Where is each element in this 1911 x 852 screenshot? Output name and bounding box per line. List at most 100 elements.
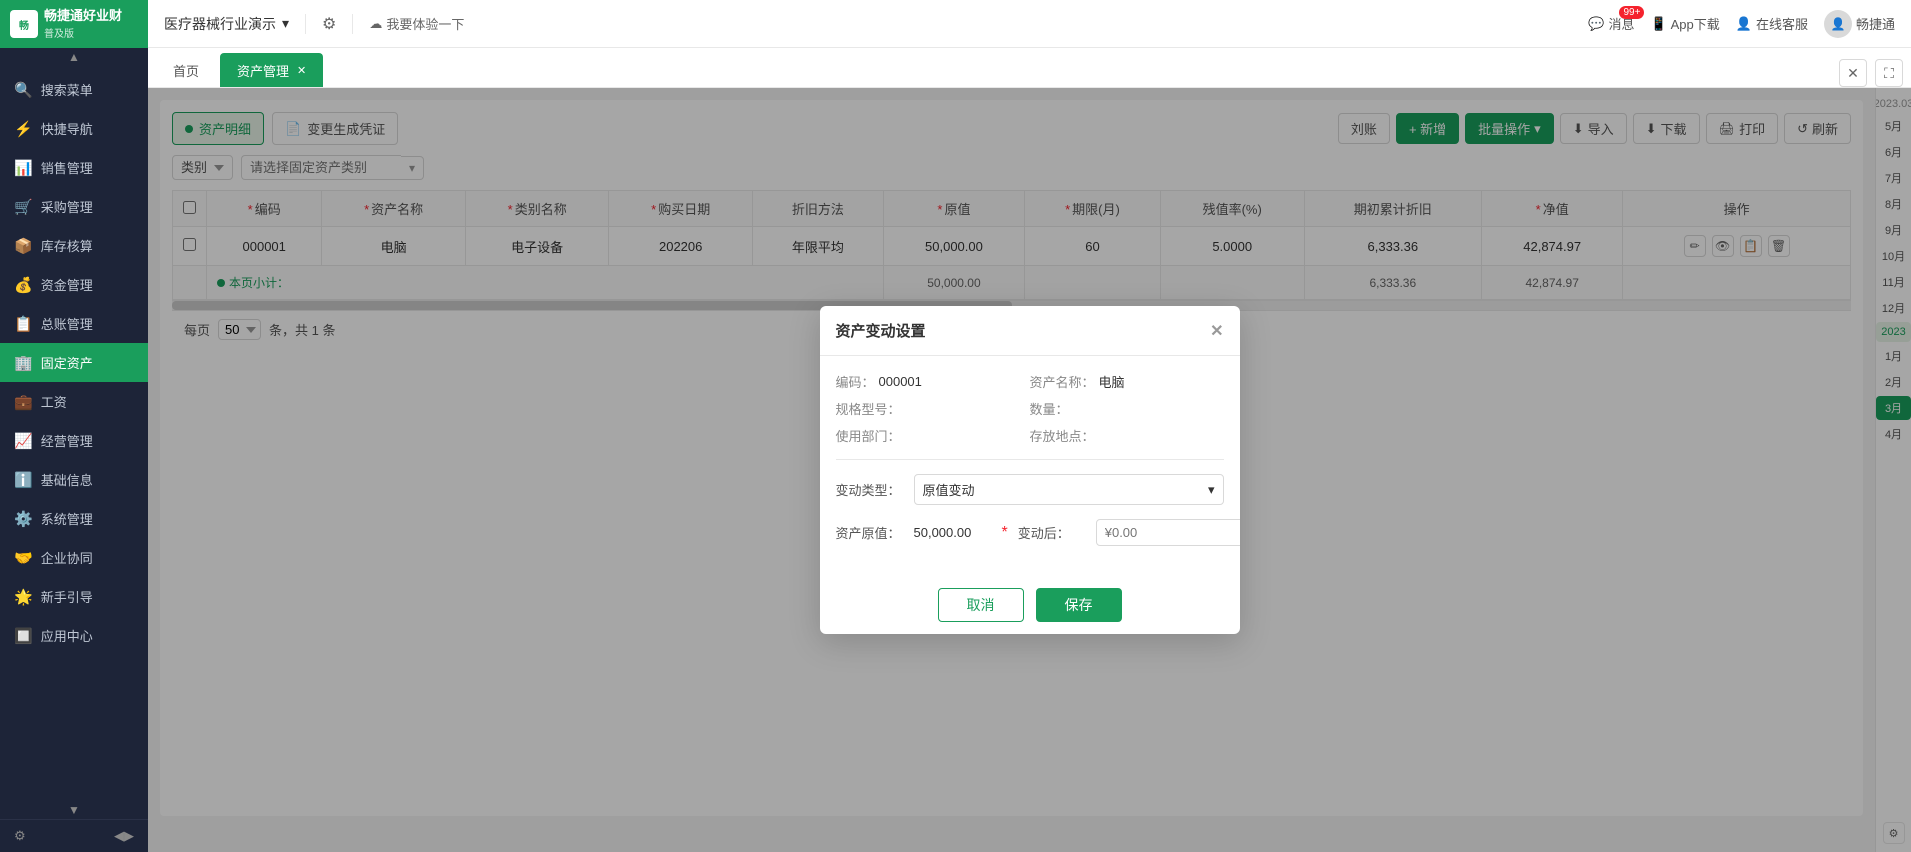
asset-change-modal: 资产变动设置 ✕ 编码： 000001 资产名称： 电脑 — [820, 306, 1240, 634]
settings-icon[interactable]: ⚙ — [14, 828, 26, 844]
tab-home[interactable]: 首页 — [156, 53, 216, 87]
sidebar-item-label: 应用中心 — [41, 626, 93, 645]
sidebar-item-ledger[interactable]: 📋 总账管理 — [0, 304, 148, 343]
app-download-button[interactable]: 📱 App下载 — [1650, 14, 1719, 33]
topbar: 医疗器械行业演示 ▾ ⚙ ☁ 我要体验一下 💬 消息 99+ 📱 App下载 👤… — [148, 0, 1911, 48]
sidebar-item-basic[interactable]: ℹ️ 基础信息 — [0, 460, 148, 499]
modal-close-button[interactable]: ✕ — [1210, 321, 1223, 341]
user-profile[interactable]: 👤 畅捷通 — [1824, 10, 1895, 38]
sidebar-header: 畅 畅捷通好业财 普及版 — [0, 0, 148, 48]
modal-location-label: 存放地点： — [1030, 426, 1095, 445]
sidebar-item-system[interactable]: ⚙️ 系统管理 — [0, 499, 148, 538]
modal-spec-item: 规格型号： — [836, 399, 1030, 418]
tab-asset[interactable]: 资产管理 ✕ — [220, 53, 323, 87]
modal-name-item: 资产名称： 电脑 — [1030, 372, 1224, 391]
chevron-down-icon: ▾ — [1208, 482, 1215, 498]
inventory-icon: 📦 — [14, 237, 33, 255]
tab-home-label: 首页 — [173, 61, 199, 80]
sidebar-item-search[interactable]: 🔍 搜索菜单 — [0, 70, 148, 109]
original-value-label: 资产原值： — [836, 523, 906, 542]
modal-code-item: 编码： 000001 — [836, 372, 1030, 391]
modal-quantity-item: 数量： — [1030, 399, 1224, 418]
modal-title: 资产变动设置 — [836, 320, 926, 341]
sidebar-item-inventory[interactable]: 📦 库存核算 — [0, 226, 148, 265]
sidebar-scroll-up[interactable]: ▲ — [0, 48, 148, 66]
sidebar-item-label: 资金管理 — [41, 275, 93, 294]
collapse-icon[interactable]: ◀▶ — [114, 828, 134, 844]
tabbar-actions: ✕ ⛶ — [1839, 59, 1903, 87]
save-button[interactable]: 保存 — [1036, 588, 1122, 622]
modal-info-grid: 编码： 000001 资产名称： 电脑 规格型号： 数量： — [836, 372, 1224, 460]
sidebar-item-label: 库存核算 — [41, 236, 93, 255]
system-icon: ⚙️ — [14, 510, 33, 528]
sidebar-item-nav[interactable]: ⚡ 快捷导航 — [0, 109, 148, 148]
sidebar-item-label: 企业协同 — [41, 548, 93, 567]
app-download-label: App下载 — [1671, 14, 1720, 33]
app-name-block: 畅捷通好业财 普及版 — [44, 8, 122, 40]
app-logo: 畅 — [10, 10, 38, 38]
value-row: 资产原值： 50,000.00 * 变动后： — [836, 519, 1224, 546]
modal-header: 资产变动设置 ✕ — [820, 306, 1240, 356]
sidebar-footer: ⚙ ◀▶ — [0, 819, 148, 852]
main-area: 医疗器械行业演示 ▾ ⚙ ☁ 我要体验一下 💬 消息 99+ 📱 App下载 👤… — [148, 0, 1911, 852]
tab-expand-button[interactable]: ⛶ — [1875, 59, 1903, 87]
tabbar: 首页 资产管理 ✕ ✕ ⛶ — [148, 48, 1911, 88]
sidebar-item-payroll[interactable]: 💼 工资 — [0, 382, 148, 421]
collab-icon: 🤝 — [14, 549, 33, 567]
sidebar-item-operations[interactable]: 📈 经营管理 — [0, 421, 148, 460]
sidebar-item-fixed-asset[interactable]: 🏢 固定资产 — [0, 343, 148, 382]
chevron-down-icon: ▾ — [282, 15, 289, 32]
sidebar-item-label: 销售管理 — [41, 158, 93, 177]
cloud-icon: ☁ — [369, 16, 382, 32]
message-icon: 💬 — [1588, 16, 1604, 32]
modal-name-label: 资产名称： — [1030, 372, 1095, 391]
tab-close-icon[interactable]: ✕ — [297, 64, 306, 77]
app-name: 畅捷通好业财 — [44, 8, 122, 25]
sidebar-item-sales[interactable]: 📊 销售管理 — [0, 148, 148, 187]
change-type-row: 变动类型： 原值变动 ▾ — [836, 474, 1224, 505]
experience-button[interactable]: ☁ 我要体验一下 — [369, 14, 464, 33]
modal-code-value: 000001 — [879, 374, 922, 389]
messages-button[interactable]: 💬 消息 99+ — [1588, 14, 1634, 33]
sales-icon: 📊 — [14, 159, 33, 177]
app-center-icon: 🔲 — [14, 627, 33, 645]
sidebar-item-collab[interactable]: 🤝 企业协同 — [0, 538, 148, 577]
nav-icon: ⚡ — [14, 120, 33, 138]
modal-location-item: 存放地点： — [1030, 426, 1224, 445]
topbar-divider — [305, 14, 306, 34]
online-service-button[interactable]: 👤 在线客服 — [1736, 14, 1808, 33]
sidebar-item-guide[interactable]: 🌟 新手引导 — [0, 577, 148, 616]
sidebar-item-label: 基础信息 — [41, 470, 93, 489]
sidebar-item-label: 搜索菜单 — [41, 80, 93, 99]
sidebar-item-purchase[interactable]: 🛒 采购管理 — [0, 187, 148, 226]
change-after-input[interactable] — [1096, 519, 1240, 546]
modal-code-label: 编码： — [836, 372, 875, 391]
modal-department-item: 使用部门： — [836, 426, 1030, 445]
modal-name-value: 电脑 — [1099, 372, 1125, 391]
change-type-select[interactable]: 原值变动 ▾ — [914, 474, 1224, 505]
topbar-right: 💬 消息 99+ 📱 App下载 👤 在线客服 👤 畅捷通 — [1588, 10, 1895, 38]
sidebar-item-app-center[interactable]: 🔲 应用中心 — [0, 616, 148, 655]
sidebar-item-finance[interactable]: 💰 资金管理 — [0, 265, 148, 304]
change-type-value: 原值变动 — [923, 480, 975, 499]
sidebar-scroll-down[interactable]: ▼ — [0, 801, 148, 819]
search-icon: 🔍 — [14, 81, 33, 99]
modal-department-label: 使用部门： — [836, 426, 901, 445]
tab-close-button[interactable]: ✕ — [1839, 59, 1867, 87]
sidebar-item-label: 总账管理 — [41, 314, 93, 333]
modal-body: 编码： 000001 资产名称： 电脑 规格型号： 数量： — [820, 356, 1240, 576]
basic-icon: ℹ️ — [14, 471, 33, 489]
sidebar-item-label: 工资 — [41, 392, 67, 411]
avatar: 👤 — [1824, 10, 1852, 38]
purchase-icon: 🛒 — [14, 198, 33, 216]
fixed-asset-icon: 🏢 — [14, 354, 33, 372]
modal-footer: 取消 保存 — [820, 576, 1240, 634]
settings-button[interactable]: ⚙ — [322, 14, 336, 34]
app-edition: 普及版 — [44, 25, 122, 40]
original-value: 50,000.00 — [914, 525, 994, 540]
company-selector[interactable]: 医疗器械行业演示 ▾ — [164, 14, 289, 34]
modal-spec-label: 规格型号： — [836, 399, 901, 418]
cancel-button[interactable]: 取消 — [938, 588, 1024, 622]
modal-overlay: 资产变动设置 ✕ 编码： 000001 资产名称： 电脑 — [148, 88, 1911, 852]
payroll-icon: 💼 — [14, 393, 33, 411]
